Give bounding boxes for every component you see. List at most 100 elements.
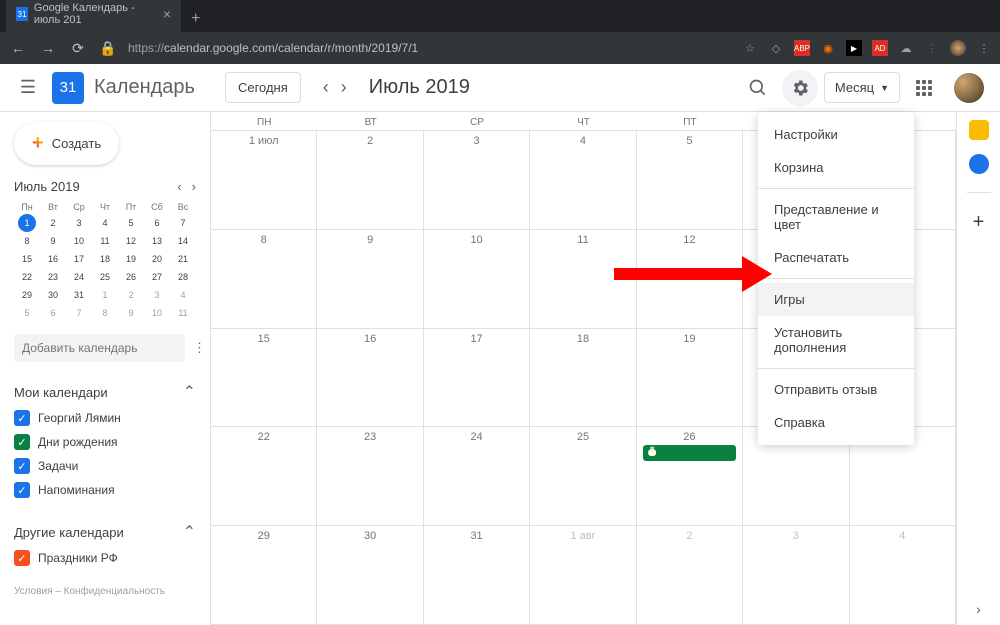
avatar[interactable]	[954, 73, 984, 103]
calendar-item[interactable]: ✓Напоминания	[14, 478, 196, 502]
mini-day-cell[interactable]: 6	[40, 304, 66, 322]
calendar-cell[interactable]: 24	[424, 427, 530, 525]
mini-day-cell[interactable]: 3	[144, 286, 170, 304]
checkbox-icon[interactable]: ✓	[14, 550, 30, 566]
mini-day-cell[interactable]: 5	[14, 304, 40, 322]
calendar-cell[interactable]: 22	[211, 427, 317, 525]
mini-day-cell[interactable]: 27	[144, 268, 170, 286]
calendar-cell[interactable]: 29	[211, 526, 317, 624]
calendar-cell[interactable]: 23	[317, 427, 423, 525]
mini-day-cell[interactable]: 8	[14, 232, 40, 250]
ext-icon[interactable]: ▶	[846, 40, 862, 56]
mini-day-cell[interactable]: 4	[170, 286, 196, 304]
calendar-item[interactable]: ✓Георгий Лямин	[14, 406, 196, 430]
calendar-cell[interactable]: 16	[317, 329, 423, 427]
mini-day-cell[interactable]: 25	[92, 268, 118, 286]
mini-next-icon[interactable]: ›	[192, 179, 196, 194]
shield-icon[interactable]: ◇	[768, 40, 784, 56]
mini-day-cell[interactable]: 1	[18, 214, 36, 232]
calendar-cell[interactable]: 1 июл	[211, 131, 317, 229]
mini-day-cell[interactable]: 7	[170, 214, 196, 232]
search-icon[interactable]	[740, 70, 776, 106]
mini-day-cell[interactable]: 6	[144, 214, 170, 232]
calendar-cell[interactable]: 3	[743, 526, 849, 624]
mini-day-cell[interactable]: 2	[118, 286, 144, 304]
calendar-cell[interactable]: 2	[317, 131, 423, 229]
prev-month-icon[interactable]: ‹	[319, 73, 333, 102]
apps-icon[interactable]	[906, 70, 942, 106]
keep-icon[interactable]	[969, 120, 989, 140]
dropdown-item[interactable]: Справка	[758, 406, 914, 439]
mini-day-cell[interactable]: 15	[14, 250, 40, 268]
add-addon-icon[interactable]: +	[973, 211, 985, 234]
mini-day-cell[interactable]: 14	[170, 232, 196, 250]
calendar-cell[interactable]: 31	[424, 526, 530, 624]
calendar-cell[interactable]: 17	[424, 329, 530, 427]
mini-day-cell[interactable]: 9	[40, 232, 66, 250]
calendar-cell[interactable]: 4	[530, 131, 636, 229]
mini-day-cell[interactable]: 19	[118, 250, 144, 268]
url-field[interactable]: https://calendar.google.com/calendar/r/m…	[128, 41, 732, 55]
mini-prev-icon[interactable]: ‹	[177, 179, 181, 194]
calendar-item[interactable]: ✓Задачи	[14, 454, 196, 478]
calendar-cell[interactable]: 26	[637, 427, 743, 525]
mini-day-cell[interactable]: 8	[92, 304, 118, 322]
checkbox-icon[interactable]: ✓	[14, 410, 30, 426]
mini-day-cell[interactable]: 1	[92, 286, 118, 304]
reload-icon[interactable]: ⟳	[68, 40, 88, 57]
mini-day-cell[interactable]: 24	[66, 268, 92, 286]
ext-icon[interactable]: AD	[872, 40, 888, 56]
dropdown-item[interactable]: Игры	[758, 283, 914, 316]
other-calendars-header[interactable]: Другие календари ⌃	[14, 518, 196, 546]
browser-tab[interactable]: 31 Google Календарь - июль 201 ×	[6, 0, 181, 32]
create-button[interactable]: + Создать	[14, 122, 119, 165]
forward-icon[interactable]: →	[38, 40, 58, 56]
calendar-cell[interactable]: 18	[530, 329, 636, 427]
calendar-item[interactable]: ✓Праздники РФ	[14, 546, 196, 570]
checkbox-icon[interactable]: ✓	[14, 434, 30, 450]
mini-day-cell[interactable]: 21	[170, 250, 196, 268]
calendar-cell[interactable]: 5	[637, 131, 743, 229]
mini-day-cell[interactable]: 31	[66, 286, 92, 304]
calendar-cell[interactable]: 10	[424, 230, 530, 328]
mini-day-cell[interactable]: 13	[144, 232, 170, 250]
hamburger-icon[interactable]: ☰	[10, 70, 46, 106]
calendar-cell[interactable]: 1 авг	[530, 526, 636, 624]
ext-icon[interactable]: ◉	[820, 40, 836, 56]
ext-icon[interactable]: ⋮	[924, 40, 940, 56]
dropdown-item[interactable]: Настройки	[758, 118, 914, 151]
add-calendar-input[interactable]	[14, 334, 185, 362]
star-icon[interactable]: ☆	[742, 40, 758, 56]
today-button[interactable]: Сегодня	[225, 72, 301, 103]
mini-day-cell[interactable]: 5	[118, 214, 144, 232]
back-icon[interactable]: ←	[8, 40, 28, 56]
settings-icon[interactable]	[782, 70, 818, 106]
ext-icon[interactable]: ☁	[898, 40, 914, 56]
calendar-cell[interactable]: 19	[637, 329, 743, 427]
mini-day-cell[interactable]: 11	[92, 232, 118, 250]
footer-links[interactable]: Условия – Конфиденциальность	[14, 586, 196, 597]
calendar-cell[interactable]: 3	[424, 131, 530, 229]
calendar-cell[interactable]: 4	[850, 526, 956, 624]
mini-day-cell[interactable]: 26	[118, 268, 144, 286]
mini-day-cell[interactable]: 20	[144, 250, 170, 268]
new-tab-button[interactable]: +	[181, 6, 210, 32]
mini-day-cell[interactable]: 9	[118, 304, 144, 322]
menu-icon[interactable]: ⋮	[976, 40, 992, 56]
mini-day-cell[interactable]: 7	[66, 304, 92, 322]
profile-icon[interactable]	[950, 40, 966, 56]
mini-day-cell[interactable]: 3	[66, 214, 92, 232]
mini-day-cell[interactable]: 22	[14, 268, 40, 286]
mini-day-cell[interactable]: 10	[144, 304, 170, 322]
calendar-item[interactable]: ✓Дни рождения	[14, 430, 196, 454]
ext-icon[interactable]: ABP	[794, 40, 810, 56]
mini-day-cell[interactable]: 12	[118, 232, 144, 250]
my-calendars-header[interactable]: Мои календари ⌃	[14, 378, 196, 406]
calendar-cell[interactable]: 8	[211, 230, 317, 328]
event-chip[interactable]	[643, 445, 736, 461]
mini-day-cell[interactable]: 28	[170, 268, 196, 286]
dropdown-item[interactable]: Представление и цвет	[758, 193, 914, 241]
calendar-cell[interactable]: 15	[211, 329, 317, 427]
mini-day-cell[interactable]: 30	[40, 286, 66, 304]
mini-day-cell[interactable]: 10	[66, 232, 92, 250]
